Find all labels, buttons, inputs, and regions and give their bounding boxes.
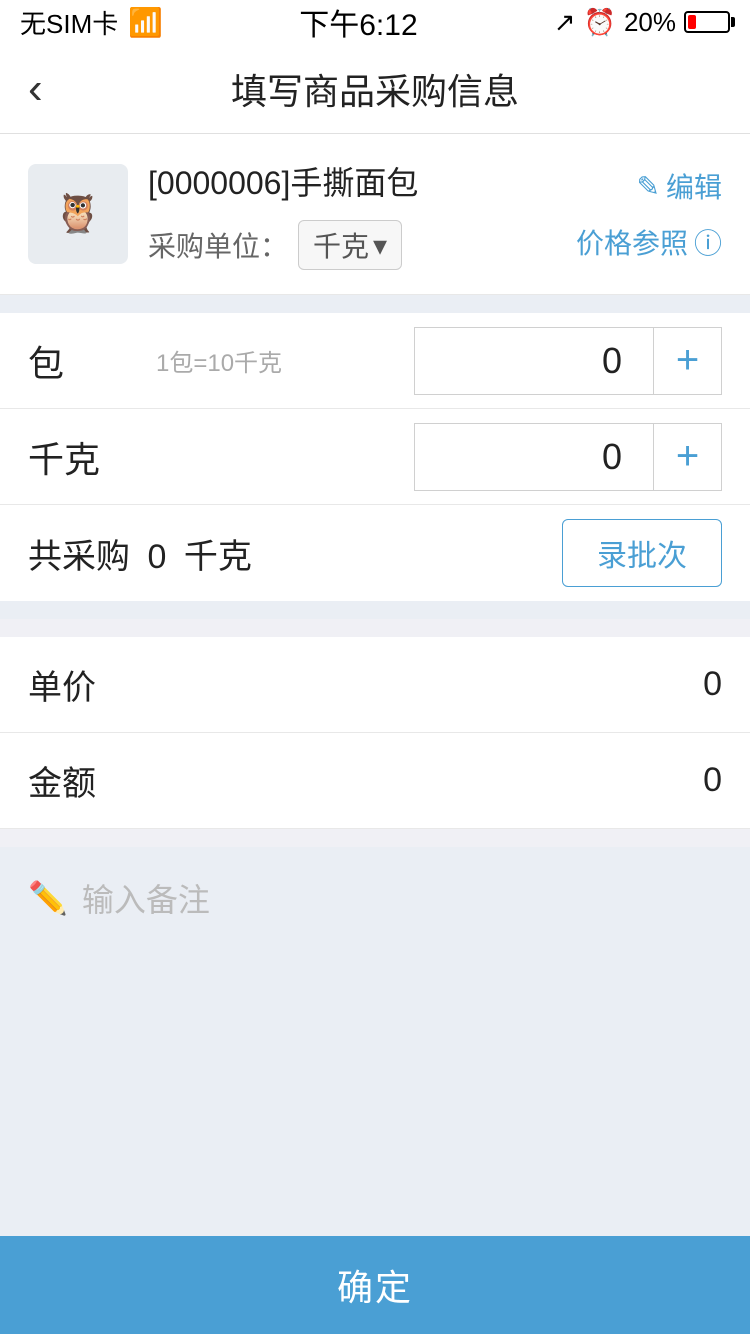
- page-title: 填写商品采购信息: [231, 63, 519, 115]
- time-label: 下午6:12: [299, 0, 417, 44]
- price-reference-button[interactable]: 价格参照 ⓘ: [576, 222, 722, 262]
- price-ref-label: 价格参照: [576, 222, 688, 262]
- note-placeholder: 输入备注: [82, 875, 210, 921]
- qty-row-kg: 千克 +: [0, 409, 750, 505]
- unit-select[interactable]: 千克 ▾: [298, 220, 402, 270]
- confirm-button[interactable]: 确定: [0, 1236, 750, 1334]
- qty-plus-kg[interactable]: +: [654, 423, 722, 491]
- alarm-icon: ⏰: [584, 7, 616, 38]
- battery-icon: [684, 11, 730, 33]
- bottom-spacer: [0, 949, 750, 1249]
- location-icon: ↗: [554, 7, 576, 38]
- note-section[interactable]: ✏️ 输入备注: [0, 847, 750, 949]
- confirm-label: 确定: [337, 1259, 413, 1311]
- price-section: 单价 0 金额 0: [0, 637, 750, 829]
- nav-bar: ‹ 填写商品采购信息: [0, 44, 750, 134]
- summary-prefix: 共采购: [28, 538, 130, 576]
- qty-plus-bao[interactable]: +: [654, 327, 722, 395]
- status-bar: 无SIM卡 📶 下午6:12 ↗ ⏰ 20%: [0, 0, 750, 44]
- qty-input-bao[interactable]: [414, 327, 654, 395]
- summary-text: 共采购 0 千克: [28, 529, 252, 578]
- unit-price-label: 单价: [28, 660, 96, 709]
- qty-label-bao: 包: [28, 335, 148, 387]
- wifi-icon: 📶: [128, 6, 163, 39]
- product-logo-icon: 🦉: [54, 192, 101, 236]
- product-actions: ✎ 编辑 价格参照 ⓘ: [576, 166, 722, 262]
- divider-2: [0, 601, 750, 619]
- edit-label: 编辑: [666, 166, 722, 206]
- unit-value: 千克: [313, 225, 369, 265]
- batch-btn-label: 录批次: [597, 531, 687, 575]
- product-name: [0000006]手撕面包: [148, 158, 556, 204]
- qty-sublabel-bao: 1包=10千克: [156, 343, 282, 378]
- summary-amount: 0: [147, 538, 166, 576]
- help-icon: ⓘ: [694, 222, 722, 262]
- product-thumbnail: 🦉: [28, 164, 128, 264]
- unit-price-row: 单价 0: [0, 637, 750, 733]
- total-amount-label: 金额: [28, 756, 96, 805]
- battery-pct: 20%: [624, 7, 676, 38]
- edit-icon: ✎: [637, 170, 660, 203]
- qty-row-bao: 包 1包=10千克 +: [0, 313, 750, 409]
- pencil-icon: ✏️: [28, 879, 68, 917]
- product-card: 🦉 [0000006]手撕面包 采购单位： 千克 ▾ ✎ 编辑 价格参照 ⓘ: [0, 134, 750, 295]
- product-info: [0000006]手撕面包 采购单位： 千克 ▾: [148, 158, 556, 270]
- status-left: 无SIM卡 📶: [20, 4, 163, 41]
- summary-unit: 千克: [184, 538, 252, 576]
- total-amount-row: 金额 0: [0, 733, 750, 829]
- summary-row: 共采购 0 千克 录批次: [0, 505, 750, 601]
- divider-1: [0, 295, 750, 313]
- unit-price-value: 0: [703, 665, 722, 704]
- quantity-section: 包 1包=10千克 + 千克 +: [0, 313, 750, 505]
- qty-label-kg: 千克: [28, 431, 148, 483]
- status-right: ↗ ⏰ 20%: [554, 7, 730, 38]
- carrier-label: 无SIM卡: [20, 4, 118, 41]
- qty-input-kg[interactable]: [414, 423, 654, 491]
- qty-input-wrap-bao: +: [414, 327, 722, 395]
- edit-button[interactable]: ✎ 编辑: [637, 166, 722, 206]
- batch-button[interactable]: 录批次: [562, 519, 722, 587]
- total-amount-value: 0: [703, 761, 722, 800]
- qty-input-wrap-kg: +: [414, 423, 722, 491]
- back-button[interactable]: ‹: [28, 64, 43, 114]
- product-unit-row: 采购单位： 千克 ▾: [148, 220, 556, 270]
- unit-prefix: 采购单位：: [148, 225, 288, 265]
- dropdown-icon: ▾: [373, 229, 387, 262]
